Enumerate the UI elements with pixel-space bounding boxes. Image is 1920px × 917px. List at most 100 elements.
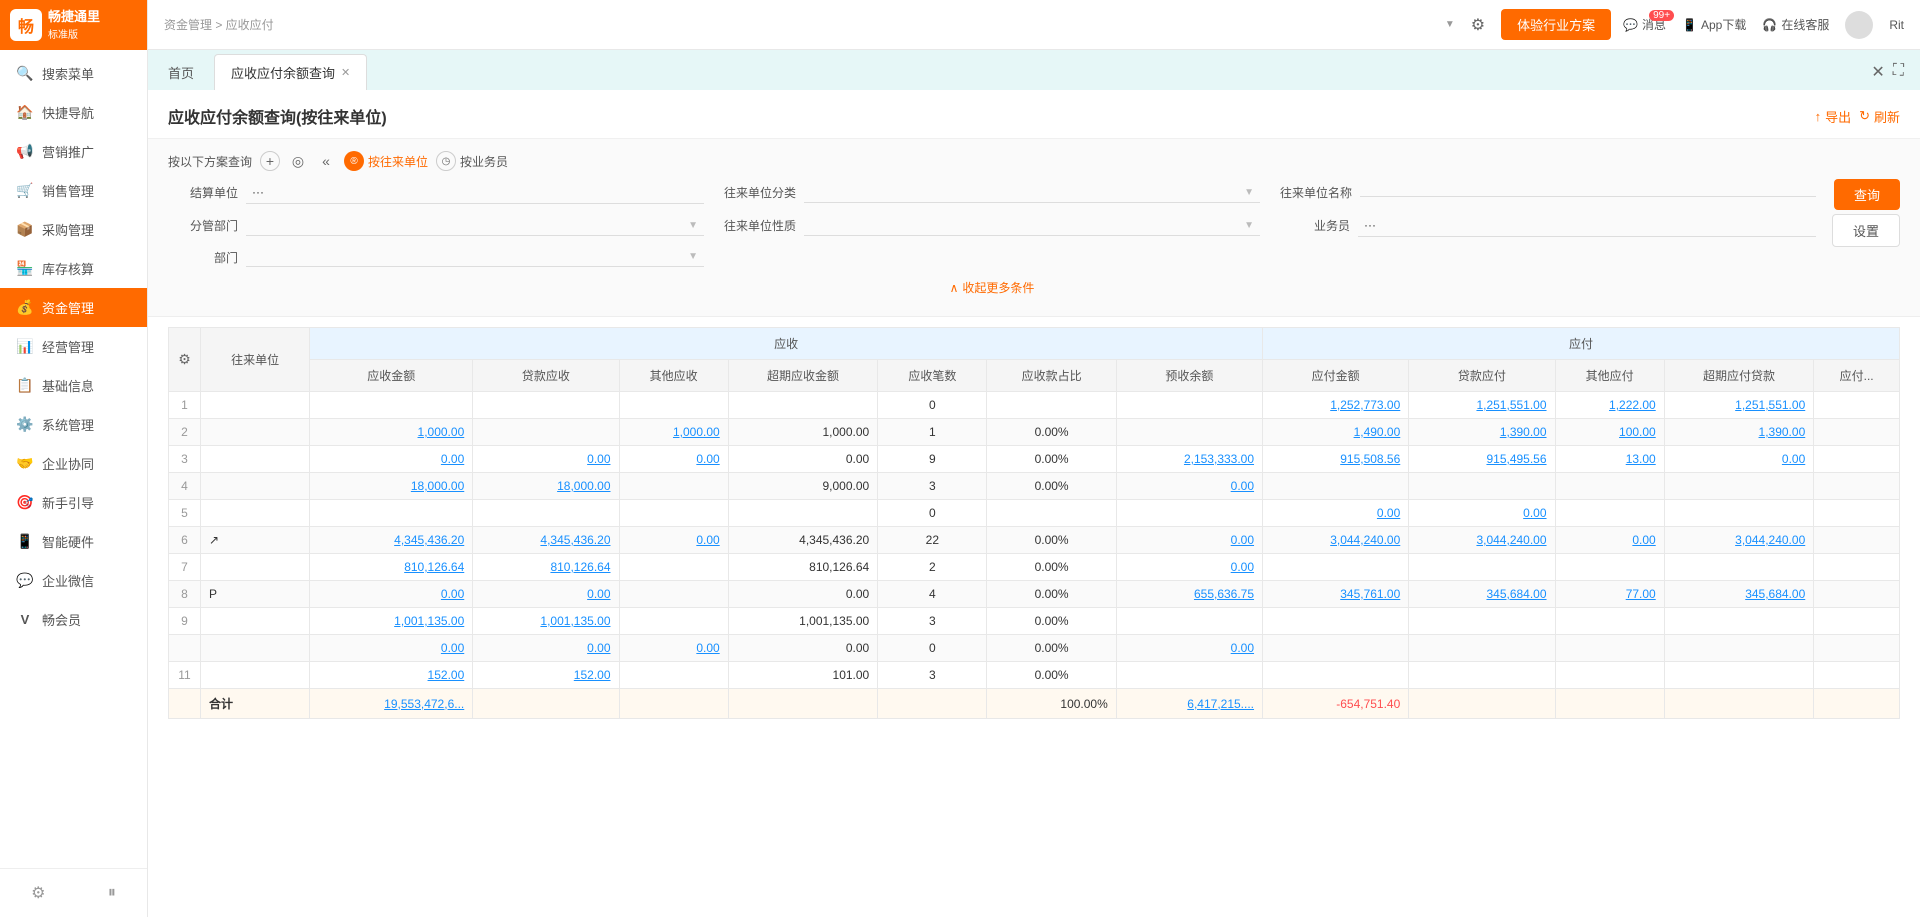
message-btn[interactable]: 💬 消息 99+	[1623, 16, 1666, 33]
collapse-more-btn[interactable]: ∧ 收起更多条件	[168, 271, 1816, 304]
cell-ap-other[interactable]: 100.00	[1555, 419, 1664, 446]
cell-ap-amt[interactable]: 0.00	[1263, 500, 1409, 527]
sidebar-item-basic-info[interactable]: 📋 基础信息	[0, 366, 147, 405]
cell-ar-amt[interactable]: 1,001,135.00	[310, 608, 473, 635]
cell-ap-other[interactable]: 0.00	[1555, 527, 1664, 554]
trial-btn[interactable]: 体验行业方案	[1501, 9, 1611, 40]
unit-nature-input[interactable]: ▼	[804, 216, 1260, 236]
filter-scheme-unit[interactable]: ® 按往来单位	[344, 151, 428, 171]
cell-ap-loan[interactable]: 345,684.00	[1409, 581, 1555, 608]
cell-ap-amt[interactable]: 345,761.00	[1263, 581, 1409, 608]
cell-prepaid[interactable]: 0.00	[1116, 473, 1262, 500]
cell-ap-overdue[interactable]: 3,044,240.00	[1664, 527, 1814, 554]
filter-add-btn[interactable]: +	[260, 151, 280, 171]
cell-ap-loan[interactable]: 0.00	[1409, 500, 1555, 527]
sidebar-item-system[interactable]: ⚙️ 系统管理	[0, 405, 147, 444]
sidebar-item-wechat[interactable]: 💬 企业微信	[0, 561, 147, 600]
tab-ar-ap-query[interactable]: 应收应付余额查询 ✕	[214, 54, 367, 90]
unit-category-input[interactable]: ▼	[804, 183, 1260, 203]
username-label[interactable]: Rit	[1889, 18, 1904, 32]
cell-ar-loan[interactable]: 4,345,436.20	[473, 527, 619, 554]
department-input[interactable]: ▼	[246, 247, 704, 267]
sidebar-item-enterprise[interactable]: 🤝 企业协同	[0, 444, 147, 483]
cell-ap-overdue[interactable]: 0.00	[1664, 446, 1814, 473]
cell-ar-loan[interactable]: 1,001,135.00	[473, 608, 619, 635]
dept-manager-input[interactable]: ▼	[246, 216, 704, 236]
cell-ap-other[interactable]: 1,222.00	[1555, 392, 1664, 419]
filter-setting-btn[interactable]: ◎	[288, 151, 308, 171]
settings-btn[interactable]: 设置	[1832, 214, 1900, 247]
cell-prepaid[interactable]: 0.00	[1116, 635, 1262, 662]
cell-ap-overdue[interactable]: 345,684.00	[1664, 581, 1814, 608]
sidebar-item-inventory[interactable]: 🏪 库存核算	[0, 249, 147, 288]
cell-ar-amt[interactable]: 0.00	[310, 581, 473, 608]
cell-ap-other[interactable]: 13.00	[1555, 446, 1664, 473]
sidebar-item-operations[interactable]: 📊 经营管理	[0, 327, 147, 366]
online-service-btn[interactable]: 🎧 在线客服	[1762, 16, 1829, 33]
table-settings-icon[interactable]: ⚙	[178, 351, 191, 367]
cell-ar-other[interactable]: 0.00	[619, 635, 728, 662]
sidebar-item-guide[interactable]: 🎯 新手引导	[0, 483, 147, 522]
filter-scheme-salesperson[interactable]: ◷ 按业务员	[436, 151, 508, 171]
cell-ar-other[interactable]: 1,000.00	[619, 419, 728, 446]
cell-ap-amt[interactable]: 915,508.56	[1263, 446, 1409, 473]
cell-ap-loan[interactable]: 915,495.56	[1409, 446, 1555, 473]
cell-ap-amt[interactable]: 1,252,773.00	[1263, 392, 1409, 419]
cell-ar-loan[interactable]: 0.00	[473, 446, 619, 473]
th-settings[interactable]: ⚙	[169, 328, 201, 392]
settlement-unit-input[interactable]: ···	[246, 181, 704, 204]
cell-ar-loan[interactable]: 18,000.00	[473, 473, 619, 500]
query-btn[interactable]: 查询	[1834, 179, 1900, 210]
cell-prepaid[interactable]: 0.00	[1116, 554, 1262, 581]
sidebar-item-finance[interactable]: 💰 资金管理	[0, 288, 147, 327]
cell-ar-other[interactable]: 0.00	[619, 527, 728, 554]
footer-prepaid[interactable]: 6,417,215....	[1116, 689, 1262, 719]
avatar[interactable]	[1845, 11, 1873, 39]
footer-ar-amt[interactable]: 19,553,472,6...	[310, 689, 473, 719]
tab-maximize-icon[interactable]: ⛶	[1893, 62, 1904, 82]
cell-prepaid[interactable]: 655,636.75	[1116, 581, 1262, 608]
cell-ar-loan[interactable]: 0.00	[473, 635, 619, 662]
cell-ar-amt[interactable]: 1,000.00	[310, 419, 473, 446]
cell-ar-amt[interactable]: 4,345,436.20	[310, 527, 473, 554]
sidebar-item-search[interactable]: 🔍 搜索菜单	[0, 54, 147, 93]
cell-ap-loan[interactable]: 1,390.00	[1409, 419, 1555, 446]
sidebar-item-marketing[interactable]: 📢 营销推广	[0, 132, 147, 171]
sidebar-item-hardware[interactable]: 📱 智能硬件	[0, 522, 147, 561]
sidebar-item-quicknav[interactable]: 🏠 快捷导航	[0, 93, 147, 132]
cell-ar-loan[interactable]: 810,126.64	[473, 554, 619, 581]
cell-ap-loan[interactable]: 1,251,551.00	[1409, 392, 1555, 419]
export-btn[interactable]: ↑ 导出	[1815, 107, 1852, 126]
cell-ap-other[interactable]: 77.00	[1555, 581, 1664, 608]
cell-ar-amt[interactable]: 0.00	[310, 635, 473, 662]
cell-ar-amt[interactable]: 18,000.00	[310, 473, 473, 500]
cell-ar-loan[interactable]: 0.00	[473, 581, 619, 608]
sidebar-item-member[interactable]: V 畅会员	[0, 600, 147, 639]
tab-home[interactable]: 首页	[148, 55, 214, 90]
cell-prepaid[interactable]: 2,153,333.00	[1116, 446, 1262, 473]
cell-ar-amt[interactable]: 0.00	[310, 446, 473, 473]
cell-ap-amt[interactable]: 3,044,240.00	[1263, 527, 1409, 554]
cell-ap-overdue[interactable]: 1,390.00	[1664, 419, 1814, 446]
filter-collapse-btn[interactable]: «	[316, 151, 336, 171]
cell-ar-other[interactable]: 0.00	[619, 446, 728, 473]
refresh-btn[interactable]: ↻ 刷新	[1859, 107, 1900, 126]
tab-close-icon[interactable]: ✕	[341, 66, 350, 79]
breadcrumb-dropdown-icon[interactable]: ▼	[1445, 19, 1455, 30]
topbar-gear-icon[interactable]: ⚙	[1467, 11, 1489, 39]
sidebar-item-sales[interactable]: 🛒 销售管理	[0, 171, 147, 210]
salesperson-input[interactable]: ···	[1358, 214, 1816, 237]
cell-prepaid[interactable]: 0.00	[1116, 527, 1262, 554]
tab-minimize-icon[interactable]: ✕	[1871, 62, 1884, 82]
app-download-btn[interactable]: 📱 App下载	[1682, 16, 1746, 33]
cell-ap-loan[interactable]: 3,044,240.00	[1409, 527, 1555, 554]
cell-ar-amt[interactable]: 810,126.64	[310, 554, 473, 581]
cell-ar-loan[interactable]: 152.00	[473, 662, 619, 689]
sidebar-settings-btn[interactable]: ⚙	[23, 879, 53, 907]
cell-ap-overdue[interactable]: 1,251,551.00	[1664, 392, 1814, 419]
cell-ap-amt[interactable]: 1,490.00	[1263, 419, 1409, 446]
sidebar-item-purchase[interactable]: 📦 采购管理	[0, 210, 147, 249]
unit-name-input[interactable]	[1360, 188, 1816, 197]
cell-ar-amt[interactable]: 152.00	[310, 662, 473, 689]
sidebar-collapse-btn[interactable]: ⏸	[100, 880, 124, 906]
